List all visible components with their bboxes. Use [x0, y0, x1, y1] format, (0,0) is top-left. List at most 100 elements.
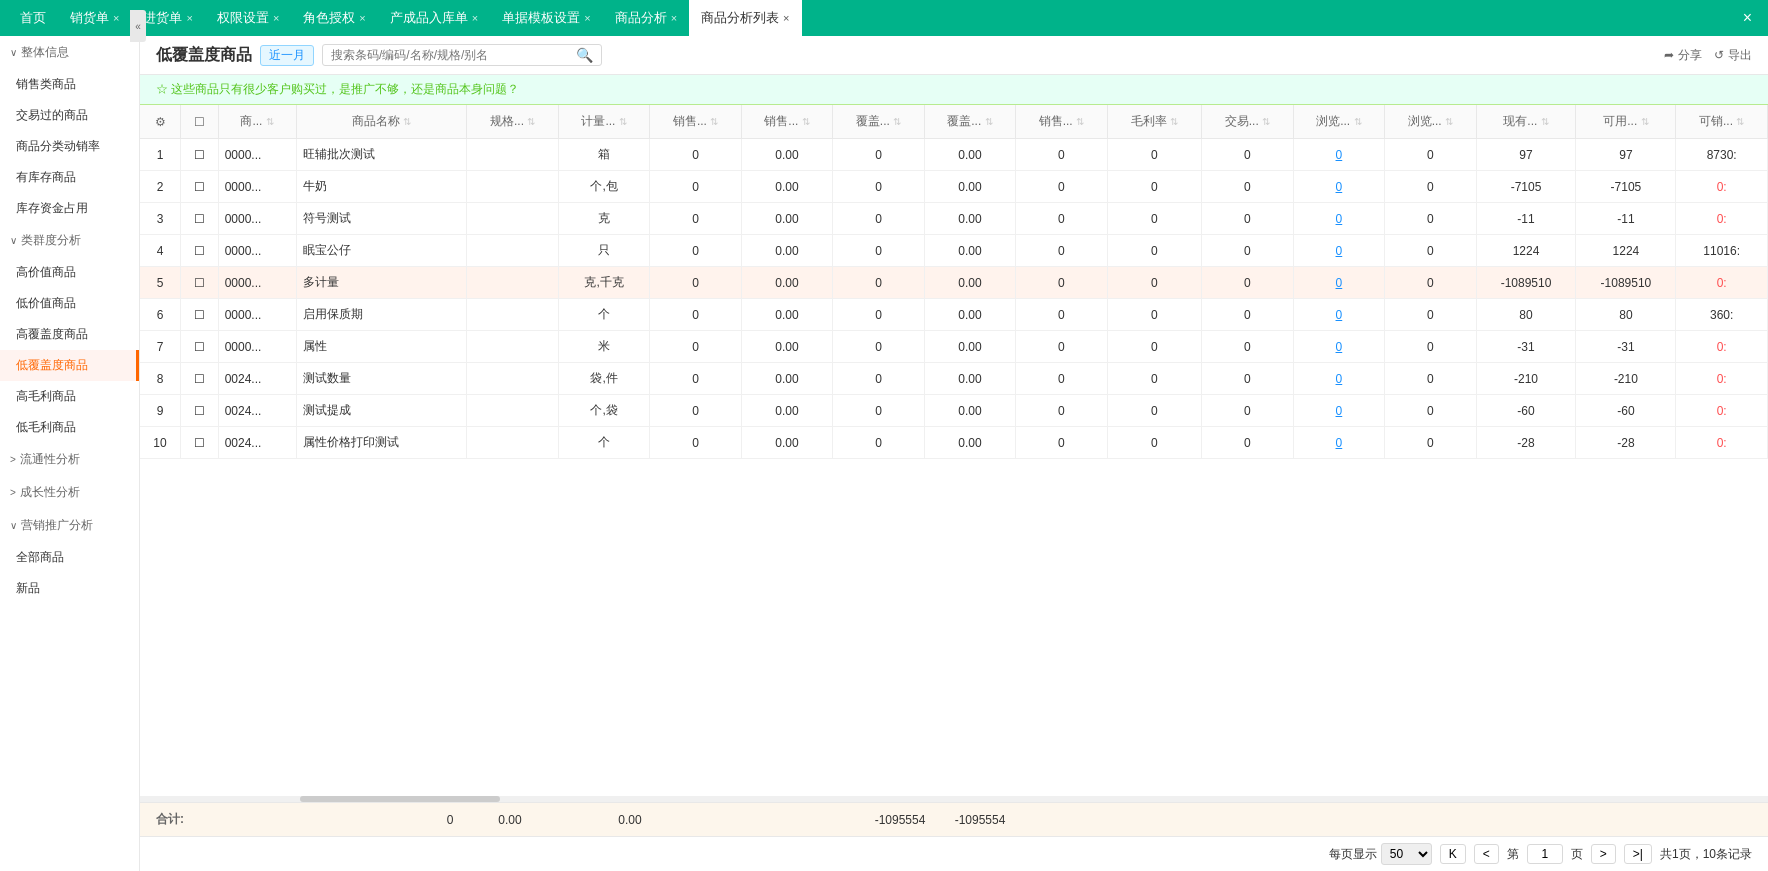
nav-sales-order[interactable]: 销货单 ×	[58, 0, 131, 36]
nav-template-settings[interactable]: 单据模板设置 ×	[490, 0, 602, 36]
nav-product-analysis-list[interactable]: 商品分析列表 ×	[689, 0, 801, 36]
nav-product-analysis[interactable]: 商品分析 ×	[603, 0, 689, 36]
prev-page-button[interactable]: <	[1474, 844, 1499, 864]
sidebar-item-traded-products[interactable]: 交易过的商品	[0, 100, 139, 131]
th-settings[interactable]: ⚙	[140, 105, 181, 139]
nav-close-role-auth[interactable]: ×	[359, 12, 365, 24]
table-cell: 多计量	[296, 267, 467, 299]
table-cell: 0	[1293, 331, 1384, 363]
th-current-stock[interactable]: 现有... ⇅	[1476, 105, 1576, 139]
sidebar-section-growth-arrow: >	[10, 487, 16, 498]
nav-role-auth[interactable]: 角色授权 ×	[291, 0, 377, 36]
nav-permissions[interactable]: 权限设置 ×	[205, 0, 291, 36]
th-browse1[interactable]: 浏览... ⇅	[1293, 105, 1384, 139]
sidebar-item-high-value[interactable]: 高价值商品	[0, 257, 139, 288]
th-name[interactable]: 商品名称 ⇅	[296, 105, 467, 139]
table-cell: 0:	[1676, 395, 1768, 427]
time-filter-button[interactable]: 近一月	[260, 45, 314, 66]
nav-close-product-analysis-list[interactable]: ×	[783, 12, 789, 24]
share-button[interactable]: ➦ 分享	[1664, 47, 1702, 64]
table-cell: 0	[1293, 203, 1384, 235]
sidebar-item-stock-capital[interactable]: 库存资金占用	[0, 193, 139, 224]
sidebar-section-overall[interactable]: ∨ 整体信息	[0, 36, 139, 69]
th-sales-amt[interactable]: 销售... ⇅	[741, 105, 832, 139]
table-cell[interactable]: ☐	[181, 235, 219, 267]
table-cell[interactable]: ☐	[181, 139, 219, 171]
nav-close-permissions[interactable]: ×	[273, 12, 279, 24]
table-cell[interactable]: ☐	[181, 331, 219, 363]
first-page-button[interactable]: K	[1440, 844, 1466, 864]
th-checkbox[interactable]: ☐	[181, 105, 219, 139]
per-page-select[interactable]: 50 100 200	[1381, 843, 1432, 865]
page-number-input[interactable]	[1527, 844, 1563, 864]
last-page-button[interactable]: >|	[1624, 844, 1652, 864]
next-page-button[interactable]: >	[1591, 844, 1616, 864]
table-cell: 2	[140, 171, 181, 203]
table-cell: -11	[1576, 203, 1676, 235]
nav-close-purchase-order[interactable]: ×	[186, 12, 192, 24]
table-cell: 1	[140, 139, 181, 171]
sidebar-item-category-rate[interactable]: 商品分类动销率	[0, 131, 139, 162]
table-cell[interactable]: ☐	[181, 427, 219, 459]
th-gross-margin[interactable]: 毛利率 ⇅	[1107, 105, 1202, 139]
table-cell: -28	[1576, 427, 1676, 459]
sidebar-item-all-products[interactable]: 全部商品	[0, 542, 139, 573]
sidebar-item-high-coverage[interactable]: 高覆盖度商品	[0, 319, 139, 350]
table-cell: 3	[140, 203, 181, 235]
table-cell: 0	[1385, 235, 1476, 267]
table-cell: 0:	[1676, 171, 1768, 203]
sidebar-item-new-products[interactable]: 新品	[0, 573, 139, 604]
sidebar-item-sales-products[interactable]: 销售类商品	[0, 69, 139, 100]
th-code[interactable]: 商... ⇅	[218, 105, 296, 139]
export-button[interactable]: ↺ 导出	[1714, 47, 1752, 64]
nav-close-product-analysis[interactable]: ×	[671, 12, 677, 24]
sidebar-item-low-value[interactable]: 低价值商品	[0, 288, 139, 319]
search-icon[interactable]: 🔍	[576, 47, 593, 63]
table-cell: 0	[1016, 267, 1107, 299]
table-row: 10☐0024...属性价格打印测试个00.0000.0000000-28-28…	[140, 427, 1768, 459]
table-cell[interactable]: ☐	[181, 395, 219, 427]
sidebar-item-low-coverage[interactable]: 低覆盖度商品	[0, 350, 139, 381]
info-banner-text: ☆ 这些商品只有很少客户购买过，是推广不够，还是商品本身问题？	[156, 81, 519, 98]
nav-product-warehouse[interactable]: 产成品入库单 ×	[378, 0, 490, 36]
table-cell: 0	[1202, 203, 1293, 235]
table-cell: 0	[833, 139, 924, 171]
th-unit[interactable]: 计量... ⇅	[558, 105, 649, 139]
sidebar-section-marketing[interactable]: ∨ 营销推广分析	[0, 509, 139, 542]
th-sellable[interactable]: 可销... ⇅	[1676, 105, 1768, 139]
sidebar-item-high-margin[interactable]: 高毛利商品	[0, 381, 139, 412]
nav-home[interactable]: 首页	[8, 0, 58, 36]
nav-close-product-warehouse[interactable]: ×	[472, 12, 478, 24]
th-browse2[interactable]: 浏览... ⇅	[1385, 105, 1476, 139]
sidebar-section-cluster[interactable]: ∨ 类群度分析	[0, 224, 139, 257]
table-cell[interactable]: ☐	[181, 363, 219, 395]
th-transaction[interactable]: 交易... ⇅	[1202, 105, 1293, 139]
th-sales-qty[interactable]: 销售... ⇅	[650, 105, 741, 139]
th-spec[interactable]: 规格... ⇅	[467, 105, 558, 139]
sidebar-collapse-button[interactable]: «	[130, 36, 140, 42]
th-available[interactable]: 可用... ⇅	[1576, 105, 1676, 139]
table-cell: 0.00	[924, 267, 1015, 299]
th-sales3[interactable]: 销售... ⇅	[1016, 105, 1107, 139]
nav-close-template-settings[interactable]: ×	[584, 12, 590, 24]
table-cell[interactable]: ☐	[181, 267, 219, 299]
table-cell[interactable]: ☐	[181, 299, 219, 331]
sidebar-section-growth[interactable]: > 成长性分析	[0, 476, 139, 509]
sidebar-item-stocked-products[interactable]: 有库存商品	[0, 162, 139, 193]
sidebar-item-low-margin[interactable]: 低毛利商品	[0, 412, 139, 443]
nav-close-sales-order[interactable]: ×	[113, 12, 119, 24]
th-cover2[interactable]: 覆盖... ⇅	[924, 105, 1015, 139]
table-cell[interactable]: ☐	[181, 203, 219, 235]
th-cover1[interactable]: 覆盖... ⇅	[833, 105, 924, 139]
table-header-row: ⚙ ☐ 商... ⇅ 商品名称 ⇅ 规格... ⇅ 计量... ⇅ 销售... …	[140, 105, 1768, 139]
table-cell: 0:	[1676, 267, 1768, 299]
table-cell: -60	[1576, 395, 1676, 427]
total-info: 共1页，10条记录	[1660, 846, 1752, 863]
sidebar-section-cluster-label: 类群度分析	[21, 232, 81, 249]
sidebar-section-liquidity[interactable]: > 流通性分析	[0, 443, 139, 476]
table-cell[interactable]: ☐	[181, 171, 219, 203]
table-cell: 测试提成	[296, 395, 467, 427]
content-area: 低覆盖度商品 近一月 🔍 ➦ 分享 ↺ 导出	[140, 36, 1768, 871]
window-close-button[interactable]: ×	[1743, 9, 1760, 27]
search-input[interactable]	[331, 48, 576, 62]
